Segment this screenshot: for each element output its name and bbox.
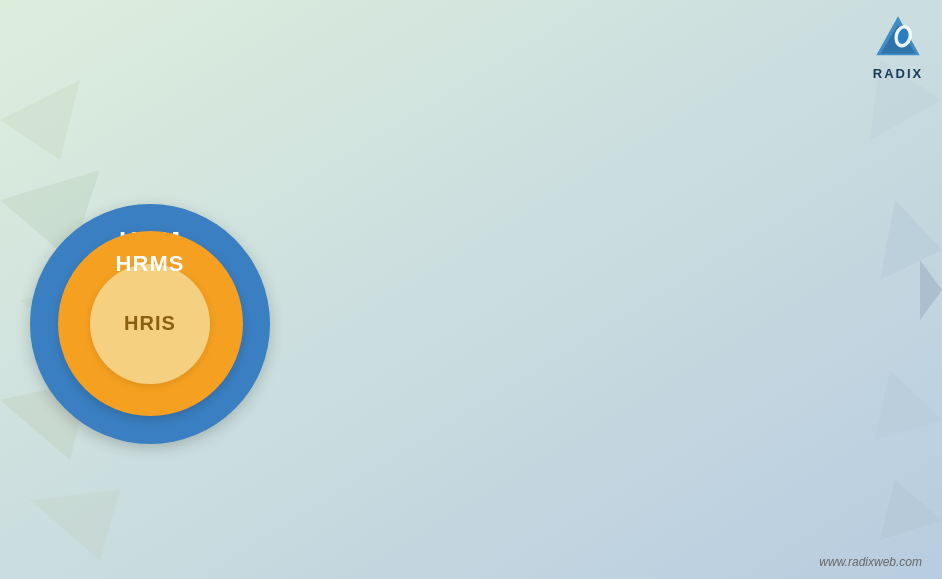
hcm-circle: HCM HRMS HRIS <box>30 204 270 444</box>
hcm-badge: Human Capital Management <box>314 84 529 112</box>
hrms-section: Human Resource Management System Learnin… <box>316 122 922 238</box>
main-layout: HCM HRMS HRIS Human Capital Management <box>0 74 942 573</box>
hrms-header: Human Resource Management System <box>316 122 922 149</box>
hcm-tick <box>300 97 314 99</box>
hris-items-grid: Employee DataManagement BenefitsAdminist… <box>316 285 922 352</box>
hris-item-1: Employee DataManagement <box>324 285 464 316</box>
hris-section: Human Resource Information System Employ… <box>316 252 922 352</box>
hris-item-5: PayrollProcessing <box>324 321 464 352</box>
page-title: HRIS vs HRMS vs HCM <box>0 22 942 64</box>
title-area: HRIS vs HRMS vs HCM <box>0 0 942 64</box>
hris-item-6: Time and AttendanceManagement <box>464 321 629 352</box>
logo: RADIX <box>872 12 924 81</box>
logo-text: RADIX <box>873 66 923 81</box>
right-content: Human Capital Management Human Resource … <box>300 74 922 573</box>
hrms-item-7: Onboarding <box>629 191 744 238</box>
hrms-item-8: Compensation <box>744 191 844 238</box>
footer-url: www.radixweb.com <box>819 555 922 569</box>
hrms-items-grid: Learning andDevelopment Workforce Planni… <box>316 155 922 238</box>
sections-container: Human Resource Management System Learnin… <box>316 122 922 573</box>
hrms-item-5: EmployeeExperienceManagement <box>324 191 464 238</box>
hris-label: HRIS <box>124 312 176 335</box>
hris-item-3: EmployeeSelf-Service <box>629 285 744 316</box>
hrms-item-3: SuccessionPlanning <box>629 155 744 186</box>
hris-item-7 <box>629 321 744 352</box>
logo-icon <box>872 12 924 64</box>
hris-tick-line <box>302 511 316 513</box>
hris-item-4: Reporting &Analytics <box>744 285 844 316</box>
hris-item-8 <box>744 321 844 352</box>
hrms-item-4: Recruiting <box>744 155 844 186</box>
hris-badge: Human Resource Information System <box>316 252 576 279</box>
hcm-section: Human Capital Management <box>300 84 922 112</box>
hrms-circle: HRMS HRIS <box>58 231 243 416</box>
hris-item-2: BenefitsAdministration <box>464 285 629 316</box>
hrms-item-2: Workforce Planningand Analytics <box>464 155 629 186</box>
hris-circle: HRIS <box>90 264 210 384</box>
bracket-area: Human Resource Management System Learnin… <box>300 122 922 573</box>
bracket-line <box>300 122 316 573</box>
hris-header: Human Resource Information System <box>316 252 922 279</box>
hrms-badge: Human Resource Management System <box>316 122 584 149</box>
circles-area: HCM HRMS HRIS <box>20 74 280 573</box>
footer: www.radixweb.com <box>819 555 922 569</box>
hrms-item-1: Learning andDevelopment <box>324 155 464 186</box>
hrms-label: HRMS <box>116 251 185 277</box>
hrms-item-6: Sales PerformanceManagement <box>464 191 629 238</box>
side-arrow-decoration <box>920 260 942 320</box>
